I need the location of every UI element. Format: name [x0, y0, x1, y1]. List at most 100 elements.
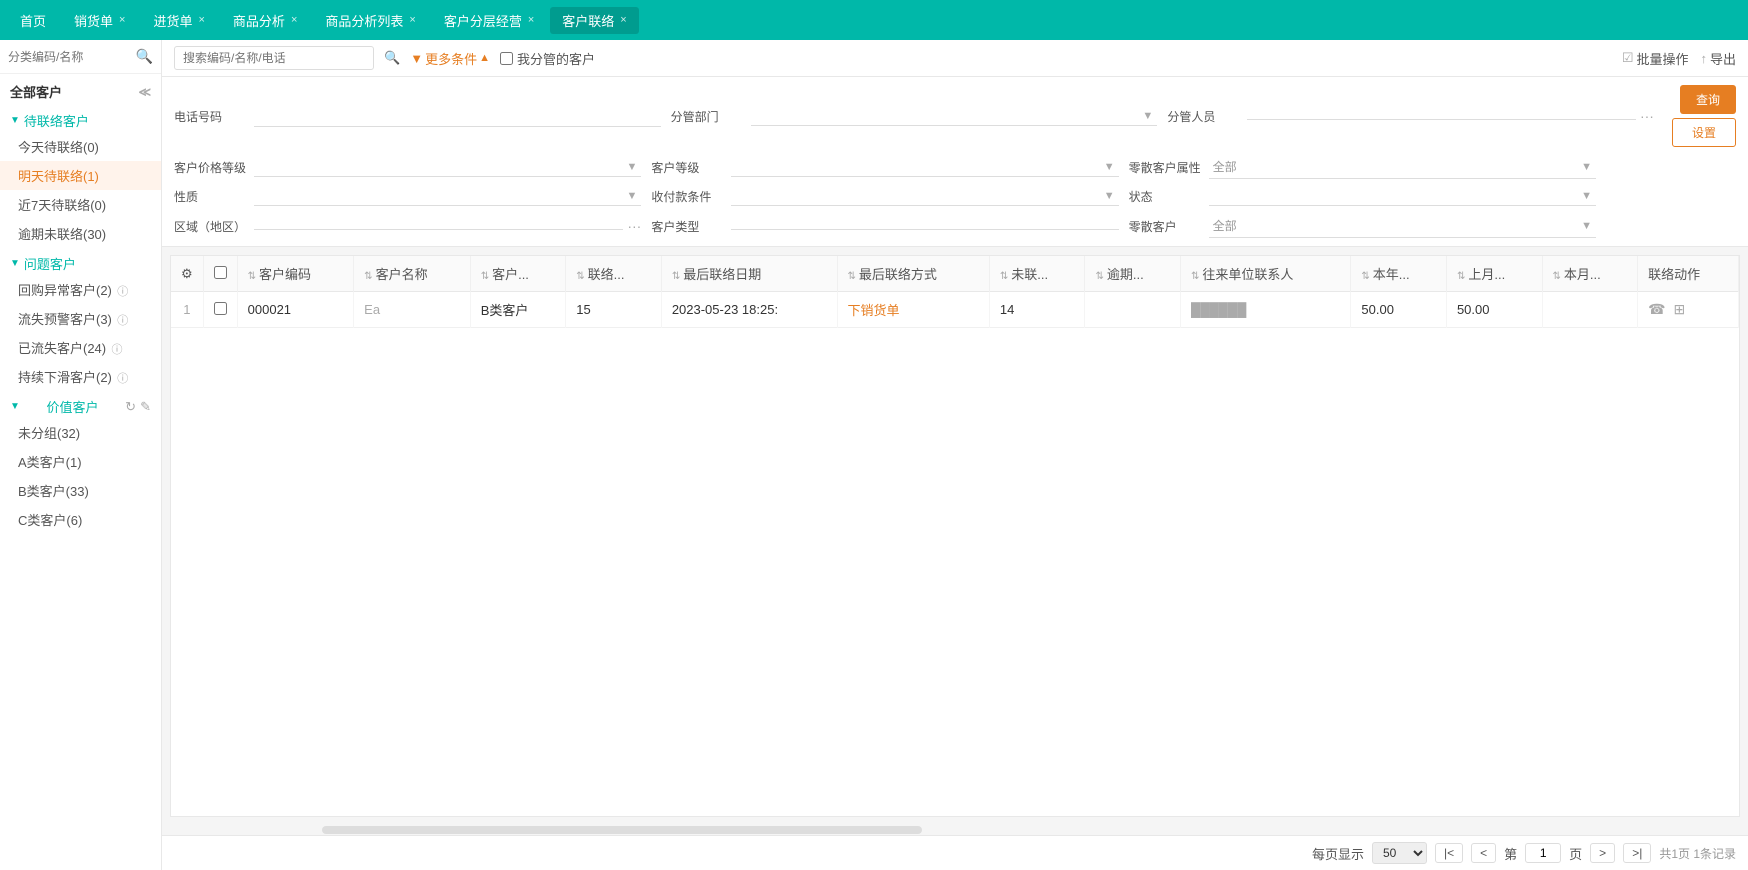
nav-home[interactable]: 首页: [8, 7, 58, 34]
sidebar-item-overdue-pending[interactable]: 逾期未联络(30): [0, 219, 161, 248]
nav-product-analysis-list[interactable]: 商品分析列表 ×: [313, 7, 427, 34]
last-page-button[interactable]: >|: [1623, 843, 1651, 863]
dept-select[interactable]: ▼: [751, 107, 1158, 126]
filter-price-level: 客户价格等级 ▼: [174, 158, 641, 177]
sidebar-item-churn-warning[interactable]: 流失预警客户(3) ⓘ: [0, 304, 161, 333]
sidebar-item-ungrouped[interactable]: 未分组(32): [0, 418, 161, 447]
region-select[interactable]: [254, 223, 623, 230]
col-last-date[interactable]: 最后联络日期: [661, 256, 837, 292]
horizontal-scrollbar[interactable]: [162, 825, 1748, 835]
filter-row-2: 客户价格等级 ▼ 客户等级 ▼ 零散客户属性 全部: [174, 155, 1736, 179]
sidebar-problem-group[interactable]: 问题客户: [0, 248, 161, 275]
row-this-year: 50.00: [1351, 292, 1447, 328]
sidebar-item-declining[interactable]: 持续下滑客户(2) ⓘ: [0, 362, 161, 391]
col-uncontacted[interactable]: 未联...: [989, 256, 1085, 292]
close-product-analysis-icon[interactable]: ×: [291, 14, 297, 26]
edit-icon[interactable]: ✎: [140, 399, 151, 415]
payment-terms-select[interactable]: ▼: [731, 187, 1118, 206]
col-settings[interactable]: ⚙: [171, 256, 203, 292]
select-all-checkbox[interactable]: [214, 266, 227, 279]
per-page-label: 每页显示: [1312, 844, 1364, 863]
sidebar-value-group[interactable]: 价值客户 ↻ ✎: [0, 391, 161, 418]
sidebar-collapse-icon[interactable]: ≪: [138, 85, 151, 99]
table-row: 1 000021 Ea B类客户 15 2023-05-23 18:25: 下销…: [171, 292, 1739, 328]
nav-product-analysis[interactable]: 商品分析 ×: [221, 7, 309, 34]
sidebar-item-today-pending[interactable]: 今天待联络(0): [0, 132, 161, 161]
close-customer-contact-icon[interactable]: ×: [620, 14, 626, 26]
sidebar-item-churned[interactable]: 已流失客户(24) ⓘ: [0, 333, 161, 362]
page-number-input[interactable]: [1525, 843, 1561, 863]
customer-level-select[interactable]: ▼: [731, 158, 1118, 177]
manager-select[interactable]: [1247, 113, 1636, 120]
close-sales-icon[interactable]: ×: [119, 14, 125, 26]
col-type[interactable]: 客户...: [470, 256, 566, 292]
settings-gear-icon[interactable]: ⚙: [181, 266, 193, 281]
first-page-button[interactable]: |<: [1435, 843, 1463, 863]
refresh-icon[interactable]: ↻: [125, 399, 136, 415]
col-overdue[interactable]: 逾期...: [1085, 256, 1181, 292]
sidebar-search-input[interactable]: [8, 50, 136, 64]
scatter-customer-select[interactable]: 全部 ▼: [1209, 214, 1596, 238]
nature-select[interactable]: ▼: [254, 187, 641, 206]
row-name: Ea: [354, 292, 471, 328]
total-label: 共1页 1条记录: [1659, 845, 1736, 862]
filter-row-3: 性质 ▼ 收付款条件 ▼ 状态: [174, 187, 1736, 206]
next-page-button[interactable]: >: [1590, 843, 1615, 863]
nav-sales[interactable]: 销货单 ×: [62, 7, 137, 34]
filter-search-icon[interactable]: 🔍: [384, 50, 400, 66]
sidebar-item-repurchase-anomaly[interactable]: 回购异常客户(2) ⓘ: [0, 275, 161, 304]
col-contacts[interactable]: 联络...: [566, 256, 662, 292]
sidebar-item-a-class[interactable]: A类客户(1): [0, 447, 161, 476]
col-name[interactable]: 客户名称: [354, 256, 471, 292]
sidebar-search-icon[interactable]: 🔍: [136, 48, 153, 65]
row-type: B类客户: [470, 292, 566, 328]
row-checkbox[interactable]: [203, 292, 237, 328]
settings-button[interactable]: 设置: [1672, 118, 1736, 147]
per-page-select[interactable]: 50 100 200: [1372, 842, 1427, 864]
close-purchase-icon[interactable]: ×: [198, 14, 204, 26]
filter-nature: 性质 ▼: [174, 187, 641, 206]
sidebar-pending-group[interactable]: 待联络客户: [0, 105, 161, 132]
nav-customer-contact[interactable]: 客户联络 ×: [550, 7, 638, 34]
col-checkbox[interactable]: [203, 256, 237, 292]
manager-dots[interactable]: ···: [1640, 108, 1654, 124]
nav-customer-layered[interactable]: 客户分层经营 ×: [432, 7, 546, 34]
col-contact-person[interactable]: 往来单位联系人: [1181, 256, 1351, 292]
row-overdue: [1085, 292, 1181, 328]
customer-type-select[interactable]: [731, 223, 1118, 230]
nav-purchase[interactable]: 进货单 ×: [141, 7, 216, 34]
close-customer-layered-icon[interactable]: ×: [528, 14, 534, 26]
sidebar-item-7day-pending[interactable]: 近7天待联络(0): [0, 190, 161, 219]
scrollbar-thumb[interactable]: [322, 826, 922, 834]
table-area: ⚙ 客户编码 客户名称 客户... 联络... 最后联络日期 最后联络方式 未联…: [170, 255, 1740, 817]
prev-page-button[interactable]: <: [1471, 843, 1496, 863]
filter-search-input[interactable]: [174, 46, 374, 70]
sidebar-item-tomorrow-pending[interactable]: 明天待联络(1): [0, 161, 161, 190]
export-button[interactable]: ↑ 导出: [1700, 49, 1736, 68]
query-button[interactable]: 查询: [1680, 85, 1736, 114]
page-suffix: 页: [1569, 844, 1582, 863]
phone-input[interactable]: [254, 106, 661, 127]
my-customers-checkbox[interactable]: [500, 52, 513, 65]
sidebar-item-b-class[interactable]: B类客户(33): [0, 476, 161, 505]
col-this-month[interactable]: 本月...: [1542, 256, 1638, 292]
scatter-attr-select[interactable]: 全部 ▼: [1209, 155, 1596, 179]
col-action: 联络动作: [1638, 256, 1739, 292]
col-this-year[interactable]: 本年...: [1351, 256, 1447, 292]
price-level-select[interactable]: ▼: [254, 158, 641, 177]
col-last-month[interactable]: 上月...: [1446, 256, 1542, 292]
region-dots[interactable]: ···: [627, 218, 641, 234]
col-code[interactable]: 客户编码: [237, 256, 354, 292]
page-label: 第: [1504, 844, 1517, 863]
grid-action-icon[interactable]: ⊞: [1674, 301, 1686, 318]
batch-op-button[interactable]: ☑ 批量操作: [1622, 49, 1689, 68]
filter-bar: 🔍 ▼ 更多条件 ▲ 我分管的客户 ☑ 批量操作 ↑ 导出: [162, 40, 1748, 77]
status-select[interactable]: ▼: [1209, 187, 1596, 206]
more-conditions-button[interactable]: ▼ 更多条件 ▲: [410, 49, 490, 68]
checkbox-icon: ☑: [1622, 50, 1634, 66]
sidebar-item-c-class[interactable]: C类客户(6): [0, 505, 161, 534]
close-product-list-icon[interactable]: ×: [409, 14, 415, 26]
filter-region: 区域（地区） ···: [174, 218, 641, 235]
phone-action-icon[interactable]: ☎: [1648, 301, 1665, 318]
col-last-method[interactable]: 最后联络方式: [837, 256, 989, 292]
